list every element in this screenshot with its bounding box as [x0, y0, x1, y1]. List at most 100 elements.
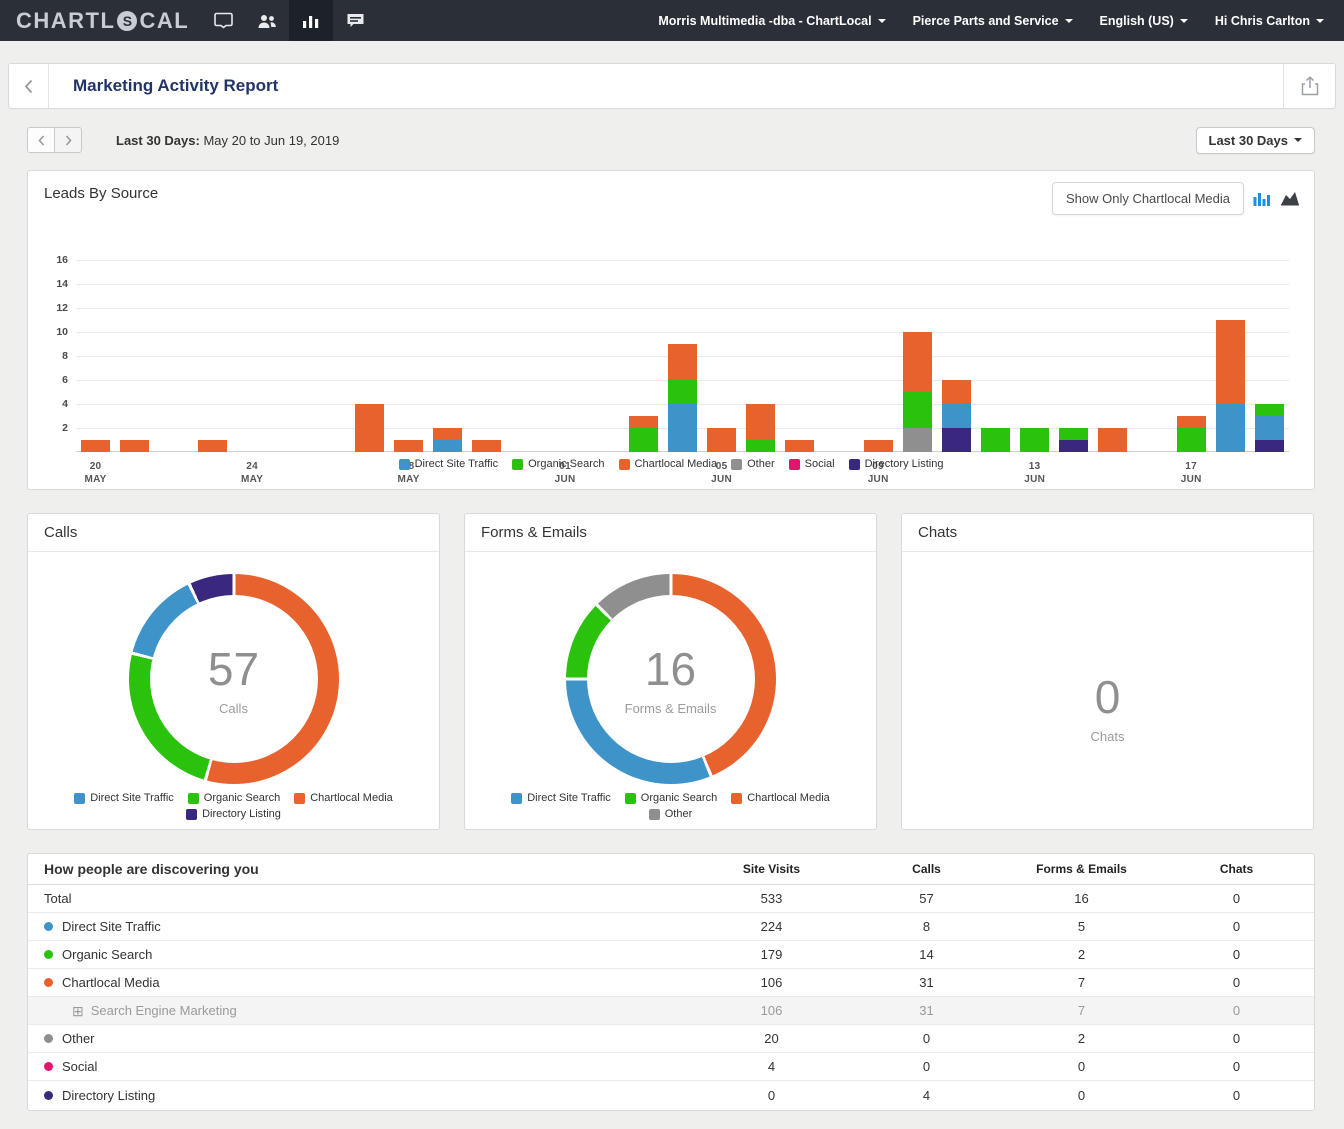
legend-swatch: [398, 458, 410, 470]
logo-text-suffix: CAL: [139, 7, 190, 33]
legend-label: Chartlocal Media: [634, 458, 718, 470]
chat-icon[interactable]: [333, 0, 377, 41]
chats-card-title: Chats: [902, 514, 1313, 552]
logo-s-circle-icon: S: [117, 10, 138, 31]
table-cell: 0: [1232, 891, 1241, 906]
bar-segment: [198, 440, 228, 452]
table-cell: 0: [1232, 975, 1241, 990]
legend-item-organic-search: Organic Search: [624, 792, 717, 804]
bar-segment: [433, 440, 463, 452]
location-menu[interactable]: Pierce Parts and Service: [913, 14, 1073, 28]
users-icon[interactable]: [245, 0, 289, 41]
user-menu[interactable]: Hi Chris Carlton: [1215, 14, 1324, 28]
legend-item-directory-listing: Directory Listing: [186, 808, 281, 820]
row-label-text: Chartlocal Media: [62, 975, 160, 990]
row-label: Other: [28, 1031, 694, 1046]
legend-label: Social: [804, 458, 835, 470]
bar-jun-6: [746, 404, 776, 452]
calls-donut-center: 57 Calls: [129, 574, 339, 784]
chevron-down-icon: [1316, 18, 1324, 23]
next-period-button[interactable]: [54, 127, 82, 153]
legend-item-direct-site-traffic: Direct Site Traffic: [398, 458, 498, 470]
discovery-table-body: Total 533 57 16 0 Direct Site Traffic 224 8 5 0 Or…: [28, 885, 1314, 1109]
row-label-text: Directory Listing: [62, 1087, 156, 1103]
bar-chart-type-icon[interactable]: [1253, 191, 1271, 206]
bar-segment: [941, 380, 971, 404]
bar-segment: [1176, 428, 1206, 452]
legend-item-direct-site-traffic: Direct Site Traffic: [511, 792, 611, 804]
bar-chart-icon[interactable]: [289, 0, 334, 41]
legend-label: Other: [664, 808, 693, 820]
legend-item-directory-listing: Directory Listing: [848, 458, 944, 470]
legend-item-direct-site-traffic: Direct Site Traffic: [74, 792, 174, 804]
range-selector-button[interactable]: Last 30 Days: [1195, 126, 1315, 154]
source-color-dot: [44, 1034, 53, 1043]
chats-card: Chats 0 Chats: [901, 513, 1314, 830]
table-row: Total 533 57 16 0: [28, 885, 1314, 913]
bar-may-20: [81, 440, 111, 452]
table-row: Direct Site Traffic 224 8 5 0: [28, 913, 1314, 941]
forms-donut-legend: Direct Site Traffic Organic Search Chartlo…: [465, 792, 876, 820]
forms-total-label: Forms & Emails: [624, 701, 717, 716]
back-button[interactable]: [9, 64, 49, 108]
table-cell: 0: [1232, 919, 1241, 934]
bar-segment: [941, 428, 971, 452]
area-chart-type-icon[interactable]: [1280, 191, 1300, 206]
share-button[interactable]: [1283, 64, 1335, 108]
discovery-table-panel: How people are discovering you Site Visi…: [27, 853, 1315, 1111]
bar-segment: [120, 440, 150, 452]
bar-jun-11: [941, 380, 971, 452]
chartlocal-logo[interactable]: CHARTL S CAL: [0, 8, 201, 34]
legend-item-organic-search: Organic Search: [187, 792, 280, 804]
bar-segment: [81, 440, 111, 452]
bar-jun-13: [1020, 428, 1050, 452]
desktop-icon[interactable]: [201, 0, 245, 41]
column-header: Site Visits: [742, 862, 801, 876]
row-label: Direct Site Traffic: [28, 919, 694, 934]
logo-text-prefix: CHARTL: [16, 7, 116, 33]
legend-swatch: [788, 458, 800, 470]
bar-jun-18: [1215, 320, 1245, 452]
share-icon: [1301, 76, 1318, 96]
chevron-down-icon: [1179, 18, 1188, 23]
row-label: Organic Search: [28, 947, 694, 962]
legend-label: Chartlocal Media: [747, 792, 830, 804]
account-menu[interactable]: Morris Multimedia -dba - ChartLocal: [658, 14, 886, 28]
table-row[interactable]: ⊞ Search Engine Marketing 106 31 7 0: [28, 997, 1314, 1025]
y-axis-label: 6: [62, 374, 68, 386]
table-cell: 0: [1232, 947, 1241, 962]
bar-segment: [981, 428, 1010, 452]
language-menu[interactable]: English (US): [1100, 14, 1188, 28]
y-axis-label: 12: [56, 302, 68, 314]
expand-icon[interactable]: ⊞: [72, 1004, 84, 1018]
user-menu-label: Hi Chris Carlton: [1214, 13, 1310, 28]
calls-donut-legend: Direct Site Traffic Organic Search Chartlo…: [28, 792, 439, 820]
table-cell: 533: [760, 891, 783, 906]
legend-item-chartlocal-media: Chartlocal Media: [618, 458, 718, 470]
table-cell: 31: [919, 1003, 934, 1018]
bar-segment: [902, 392, 932, 428]
bar-jun-10: [902, 332, 932, 452]
table-cell: 2: [1077, 1031, 1086, 1046]
bar-may-30: [472, 440, 502, 452]
table-cell: 14: [919, 947, 934, 962]
show-only-chartlocal-media-button[interactable]: Show Only Chartlocal Media: [1051, 182, 1244, 215]
table-cell: 2: [1077, 947, 1086, 962]
legend-label: Directory Listing: [864, 458, 944, 470]
table-cell: 0: [1232, 1031, 1241, 1046]
row-label-text: Other: [62, 1031, 95, 1046]
bar-segment: [668, 344, 697, 380]
table-cell: 31: [919, 975, 934, 990]
prev-period-button[interactable]: [27, 127, 55, 153]
forms-emails-card: Forms & Emails 16 Forms & Emails Direct …: [464, 513, 877, 830]
discovery-table-title: How people are discovering you: [44, 861, 259, 877]
table-cell: 4: [922, 1087, 931, 1103]
date-range-value: May 20 to Jun 19, 2019: [203, 132, 340, 148]
legend-label: Other: [747, 458, 775, 470]
table-cell: 0: [1077, 1087, 1086, 1103]
bar-segment: [902, 332, 932, 392]
bar-segment: [902, 428, 932, 452]
legend-item-organic-search: Organic Search: [512, 458, 605, 470]
table-cell: 179: [760, 947, 783, 962]
source-color-dot: [44, 1090, 53, 1100]
